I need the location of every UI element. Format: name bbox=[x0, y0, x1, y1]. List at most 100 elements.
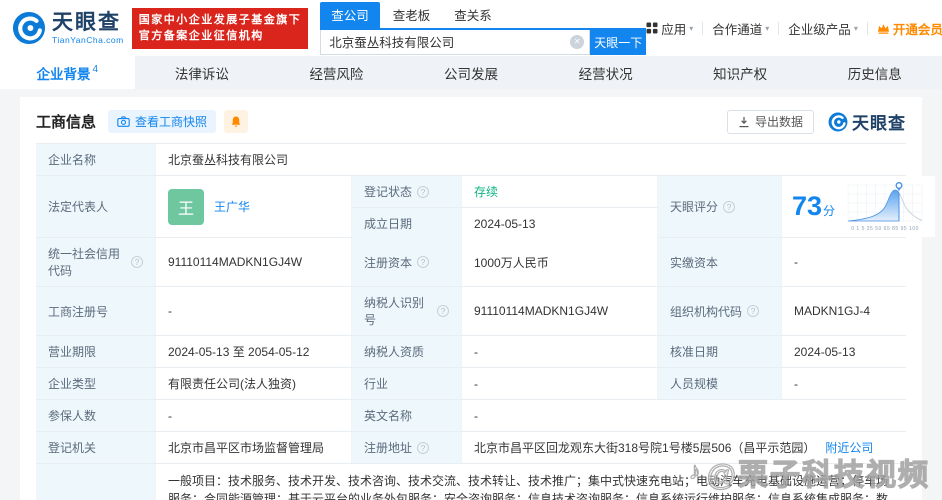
help-icon[interactable] bbox=[723, 200, 736, 213]
chevron-down-icon: ▾ bbox=[689, 23, 694, 33]
tab-label: 经营风险 bbox=[309, 66, 364, 82]
export-data-button[interactable]: 导出数据 bbox=[726, 109, 814, 134]
top-nav: 应用 ▾ 合作通道 ▾ 企业级产品 ▾ 开通会员 ▾ bbox=[646, 19, 942, 38]
english-name-label: 英文名称 bbox=[352, 400, 462, 431]
table-row: 统一社会信用代码 91110114MADKN1GJ4W 注册资本 1000万人民… bbox=[36, 238, 906, 287]
table-row: 登记机关 北京市昌平区市场监督管理局 注册地址 北京市昌平区回龙观东大街318号… bbox=[36, 432, 906, 464]
english-name-value: - bbox=[462, 400, 906, 431]
org-code-value: MADKN1GJ-4 bbox=[782, 287, 906, 335]
help-icon[interactable] bbox=[437, 305, 449, 317]
score-distribution-chart[interactable]: 0 1 5 25 50 65 85 95 100 bbox=[845, 181, 925, 232]
insured-value: - bbox=[156, 400, 352, 431]
legal-rep-label: 法定代表人 bbox=[36, 176, 156, 237]
tab-label: 企业背景 bbox=[36, 66, 91, 82]
search-tabs: 查公司 查老板 查关系 bbox=[320, 1, 647, 30]
score-axis-ticks: 0 1 5 25 50 65 85 95 100 bbox=[851, 226, 919, 232]
paid-capital-value: - bbox=[782, 238, 906, 286]
uscc-value: 91110114MADKN1GJ4W bbox=[156, 238, 352, 286]
export-button-label: 导出数据 bbox=[754, 115, 803, 129]
search-input-wrap: ✕ bbox=[320, 29, 591, 55]
reg-address-label: 注册地址 bbox=[352, 432, 462, 463]
snapshot-button-label: 查看工商快照 bbox=[135, 115, 208, 129]
approval-date-value: 2024-05-13 bbox=[782, 336, 906, 367]
snapshot-button[interactable]: 查看工商快照 bbox=[108, 110, 217, 133]
chevron-down-icon: ▾ bbox=[765, 23, 770, 33]
gov-badge-line1: 国家中小企业发展子基金旗下 bbox=[138, 13, 302, 26]
nearby-companies-link[interactable]: 附近公司 bbox=[825, 439, 873, 456]
search-tab-boss[interactable]: 查老板 bbox=[382, 2, 442, 28]
help-icon[interactable] bbox=[747, 305, 760, 317]
nav-vip-label: 开通会员 bbox=[892, 22, 942, 37]
tab-label: 经营状况 bbox=[578, 66, 633, 82]
approval-date-label: 核准日期 bbox=[658, 336, 782, 367]
legal-rep-avatar[interactable]: 王 bbox=[168, 188, 204, 225]
tianyancha-logo[interactable]: 天眼查 TianYanCha.com bbox=[12, 11, 124, 45]
score-label: 天眼评分 bbox=[658, 176, 782, 237]
gov-badge: 国家中小企业发展子基金旗下 官方备案企业征信机构 bbox=[131, 7, 309, 49]
tab-company-development[interactable]: 公司发展 bbox=[404, 56, 539, 89]
tab-label: 公司发展 bbox=[444, 66, 499, 82]
section-title: 工商信息 bbox=[36, 114, 97, 131]
card-header: 工商信息 查看工商快照 导出数据 天眼查 bbox=[36, 109, 906, 134]
staff-size-value: - bbox=[782, 368, 906, 399]
nav-apps[interactable]: 应用 ▾ bbox=[646, 19, 693, 38]
help-icon[interactable] bbox=[131, 256, 143, 268]
help-icon[interactable] bbox=[417, 441, 430, 454]
business-info-card: 工商信息 查看工商快照 导出数据 天眼查 企业名称 北京蚕丛科技有限公司 法定代… bbox=[20, 97, 936, 500]
status-subgrid: 登记状态 存续 成立日期 2024-05-13 bbox=[352, 176, 658, 239]
gov-badge-line2: 官方备案企业征信机构 bbox=[138, 30, 264, 42]
insured-label: 参保人数 bbox=[36, 400, 156, 431]
monitor-bell-button[interactable] bbox=[224, 110, 249, 133]
help-icon[interactable] bbox=[417, 256, 430, 268]
nav-separator bbox=[866, 21, 868, 35]
reg-number-value: - bbox=[156, 287, 352, 335]
tab-company-background[interactable]: 企业背景 4 bbox=[0, 56, 135, 89]
company-name-value: 北京蚕丛科技有限公司 bbox=[156, 144, 906, 175]
reg-capital-value: 1000万人民币 bbox=[462, 238, 658, 286]
tab-operation-risk[interactable]: 经营风险 bbox=[269, 56, 404, 89]
nav-apps-label: 应用 bbox=[661, 22, 687, 37]
crown-icon bbox=[877, 23, 889, 34]
business-scope-label: 经营范围 bbox=[36, 464, 156, 500]
download-icon bbox=[739, 116, 749, 127]
tab-count-badge: 4 bbox=[92, 63, 99, 75]
nav-enterprise-label: 企业级产品 bbox=[788, 22, 851, 37]
brand-mark-label: 天眼查 bbox=[852, 114, 906, 133]
search-button[interactable]: 天眼一下 bbox=[590, 29, 647, 55]
clear-icon[interactable]: ✕ bbox=[570, 34, 585, 49]
tab-label: 法律诉讼 bbox=[174, 66, 229, 82]
search-area: 查公司 查老板 查关系 ✕ 天眼一下 bbox=[320, 1, 647, 55]
legal-rep-link[interactable]: 王广华 bbox=[214, 198, 250, 215]
reg-status-label: 登记状态 bbox=[352, 176, 462, 207]
taxpayer-quality-label: 纳税人资质 bbox=[352, 336, 462, 367]
reg-address-value: 北京市昌平区回龙观东大街318号院1号楼5层506（昌平示范园） 附近公司 bbox=[462, 432, 906, 463]
chevron-down-icon: ▾ bbox=[853, 23, 858, 33]
tab-operation-status[interactable]: 经营状况 bbox=[538, 56, 673, 89]
tab-legal-litigation[interactable]: 法律诉讼 bbox=[135, 56, 270, 89]
help-icon[interactable] bbox=[417, 185, 430, 198]
establish-date-value: 2024-05-13 bbox=[462, 208, 658, 239]
company-type-value: 有限责任公司(法人独资) bbox=[156, 368, 352, 399]
uscc-label: 统一社会信用代码 bbox=[36, 238, 156, 286]
nav-vip[interactable]: 开通会员 ▾ bbox=[877, 19, 942, 38]
table-row: 经营范围 一般项目：技术服务、技术开发、技术咨询、技术交流、技术转让、技术推广；… bbox=[36, 464, 906, 500]
top-header: 天眼查 TianYanCha.com 国家中小企业发展子基金旗下 官方备案企业征… bbox=[0, 0, 942, 56]
bell-icon bbox=[231, 116, 241, 127]
nav-cooperation[interactable]: 合作通道 ▾ bbox=[712, 19, 769, 38]
apps-grid-icon bbox=[646, 22, 658, 34]
search-tab-company[interactable]: 查公司 bbox=[320, 1, 380, 28]
score-value: 73 分 bbox=[792, 191, 836, 221]
nav-enterprise-products[interactable]: 企业级产品 ▾ bbox=[788, 19, 858, 38]
section-tabbar: 企业背景 4 法律诉讼 经营风险 公司发展 经营状况 知识产权 历史信息 bbox=[0, 56, 942, 89]
org-code-label: 组织机构代码 bbox=[658, 287, 782, 335]
staff-size-label: 人员规模 bbox=[658, 368, 782, 399]
tab-history-info[interactable]: 历史信息 bbox=[807, 56, 942, 89]
industry-label: 行业 bbox=[352, 368, 462, 399]
search-tab-relation[interactable]: 查关系 bbox=[443, 2, 503, 28]
reg-capital-label: 注册资本 bbox=[352, 238, 462, 286]
search-input[interactable] bbox=[320, 29, 591, 55]
camera-icon bbox=[117, 116, 130, 127]
tianyancha-logo-icon bbox=[828, 112, 848, 131]
company-type-label: 企业类型 bbox=[36, 368, 156, 399]
tab-intellectual-property[interactable]: 知识产权 bbox=[673, 56, 808, 89]
